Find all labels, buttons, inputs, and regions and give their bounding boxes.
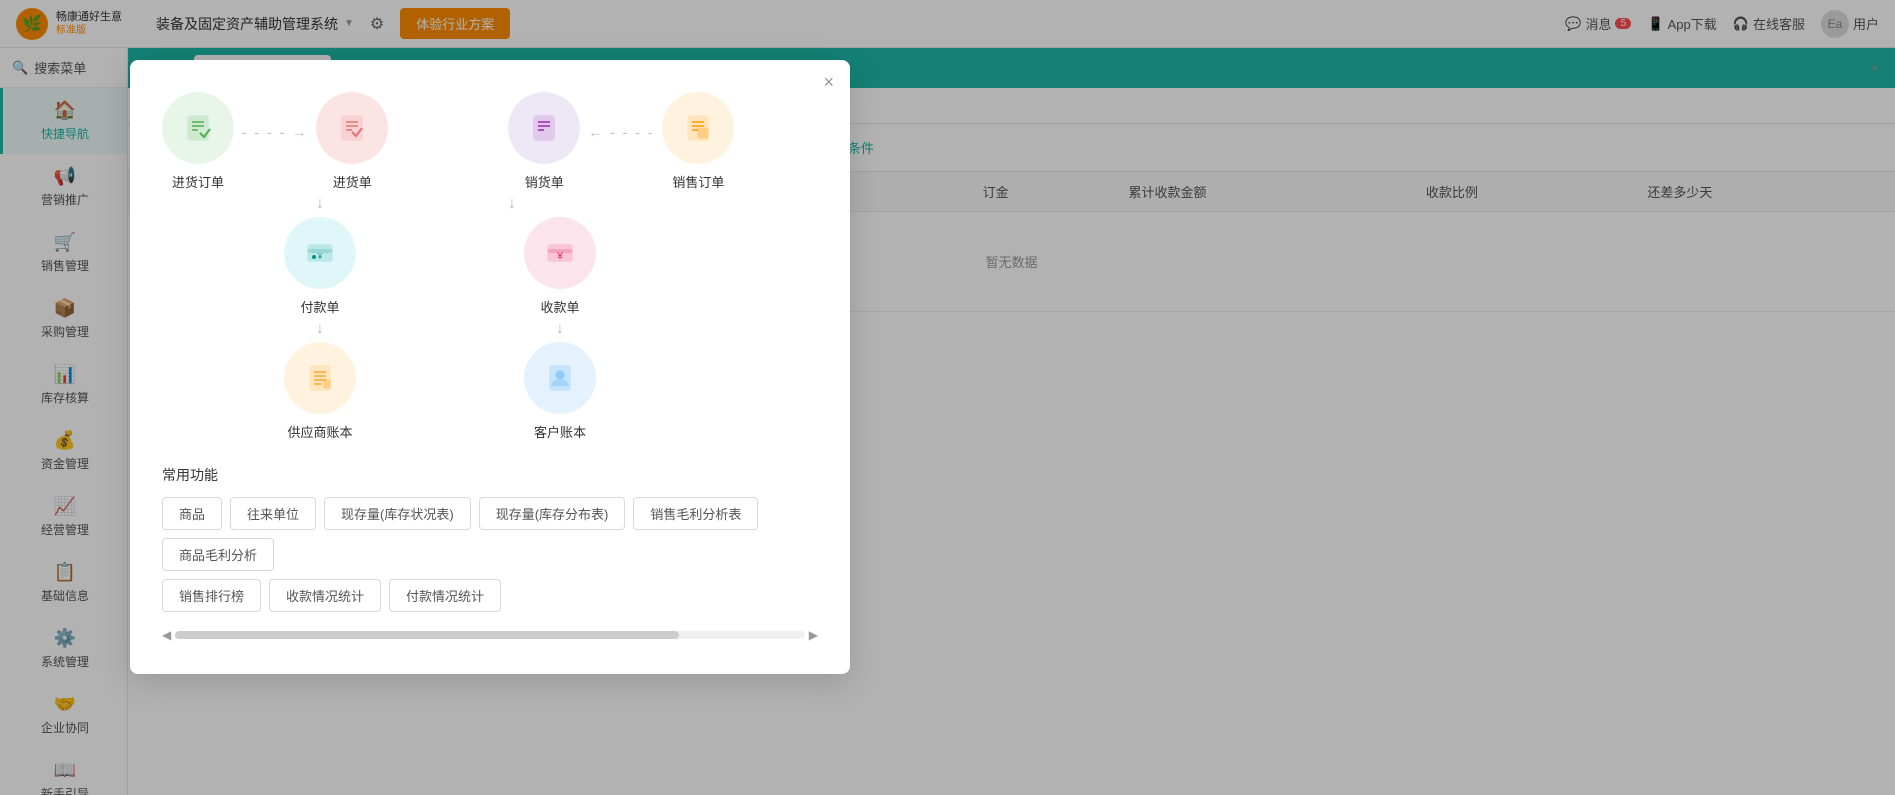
supplier-ledger-icon	[284, 342, 356, 414]
flow-item-payment: ¥ 付款单	[284, 217, 356, 316]
customer-ledger-label: 客户账本	[534, 422, 586, 441]
sales-order-icon	[662, 92, 734, 164]
flow-diagram: 进货订单 - - - - →	[162, 92, 818, 441]
flow-item-supplier-ledger: 供应商账本	[284, 342, 356, 441]
arrow-down-pay-icon: ↓	[284, 320, 356, 338]
payment-icon: ¥	[284, 217, 356, 289]
modal-scrollbar[interactable]: ◀ ▶	[162, 628, 818, 642]
arrow-so-sb: ← - - - -	[580, 124, 662, 140]
scrollbar-thumb	[175, 631, 679, 639]
spacer-c2	[356, 316, 524, 342]
btn-stock-status[interactable]: 现存量(库存状况表)	[324, 497, 471, 530]
payment-label: 付款单	[300, 297, 339, 316]
common-btns-row1: 商品 往来单位 现存量(库存状况表) 现存量(库存分布表) 销售毛利分析表 商品…	[162, 497, 818, 571]
flow-arrows-down: ↓ ↓	[162, 191, 818, 217]
flow-arrows-down-2: ↓ ↓	[162, 316, 818, 342]
purchase-order-icon	[162, 92, 234, 164]
sales-bill-icon	[508, 92, 580, 164]
arrow-down-sb: ↓	[476, 191, 548, 217]
arrow-po-pb: - - - - →	[234, 124, 316, 140]
spacer-c1	[162, 316, 284, 342]
flow-item-sales-bill: 销货单	[508, 92, 580, 191]
purchase-bill-label: 进货单	[333, 172, 372, 191]
receipt-icon: ¥	[524, 217, 596, 289]
btn-payment-stats[interactable]: 付款情况统计	[389, 579, 501, 612]
btn-product-gross[interactable]: 商品毛利分析	[162, 538, 274, 571]
arrow-down-pay: ↓	[284, 316, 356, 342]
scroll-right-arrow[interactable]: ▶	[809, 628, 818, 642]
flow-row-5: 供应商账本	[162, 342, 818, 441]
flow-row-3: ¥ 付款单	[162, 217, 818, 316]
arrow-down-pb-icon: ↓	[284, 195, 356, 213]
svg-text:¥: ¥	[317, 252, 323, 261]
purchase-order-label: 进货订单	[172, 172, 224, 191]
main-area: 🔍 搜索菜单 🏠 快捷导航 📢 营销推广 🛒 销售管理 📦 采购管理 📊	[0, 48, 1895, 795]
content-area: 首页 销售订单执行表 × × ❓ 帮助 🖨️	[128, 48, 1895, 795]
arrow-down-rec-icon: ↓	[524, 320, 596, 338]
spacer-a2	[234, 191, 284, 217]
flow-item-sales-order: 销售订单	[662, 92, 734, 191]
sales-order-label: 销售订单	[672, 172, 724, 191]
flow-item-customer-ledger: 客户账本	[524, 342, 596, 441]
flow-item-receipt: ¥ 收款单	[524, 217, 596, 316]
arrow-down-sb-icon: ↓	[476, 195, 548, 213]
arrow-down-rec: ↓	[524, 316, 596, 342]
modal-close-button[interactable]: ×	[823, 72, 834, 93]
scroll-left-arrow[interactable]: ◀	[162, 628, 171, 642]
flow-item-purchase-order: 进货订单	[162, 92, 234, 191]
svg-text:¥: ¥	[556, 251, 563, 262]
btn-product[interactable]: 商品	[162, 497, 222, 530]
app-wrapper: 🌿 畅康通好生意 标准版 装备及固定资产辅助管理系统 ▼ ⚙ 体验行业方案 💬 …	[0, 0, 1895, 795]
spacer-a3	[356, 191, 476, 217]
scrollbar-track[interactable]	[175, 631, 805, 639]
flow-item-purchase-bill: 进货单	[316, 92, 388, 191]
common-btns-row2: 销售排行榜 收款情况统计 付款情况统计	[162, 579, 818, 612]
flow-row-1: 进货订单 - - - - →	[162, 92, 818, 191]
modal-dialog: ×	[130, 60, 850, 674]
btn-contact[interactable]: 往来单位	[230, 497, 316, 530]
modal-overlay[interactable]: ×	[128, 48, 1895, 795]
btn-sales-rank[interactable]: 销售排行榜	[162, 579, 261, 612]
common-functions-title: 常用功能	[162, 465, 818, 485]
btn-sales-gross[interactable]: 销售毛利分析表	[633, 497, 758, 530]
purchase-bill-icon	[316, 92, 388, 164]
spacer-a1	[162, 191, 234, 217]
receipt-label: 收款单	[540, 297, 579, 316]
supplier-ledger-label: 供应商账本	[287, 422, 352, 441]
sales-bill-label: 销货单	[525, 172, 564, 191]
btn-receipt-stats[interactable]: 收款情况统计	[269, 579, 381, 612]
arrow-down-pb: ↓	[284, 191, 356, 217]
common-functions-section: 常用功能 商品 往来单位 现存量(库存状况表) 现存量(库存分布表) 销售毛利分…	[162, 465, 818, 612]
btn-stock-dist[interactable]: 现存量(库存分布表)	[479, 497, 626, 530]
customer-ledger-icon	[524, 342, 596, 414]
